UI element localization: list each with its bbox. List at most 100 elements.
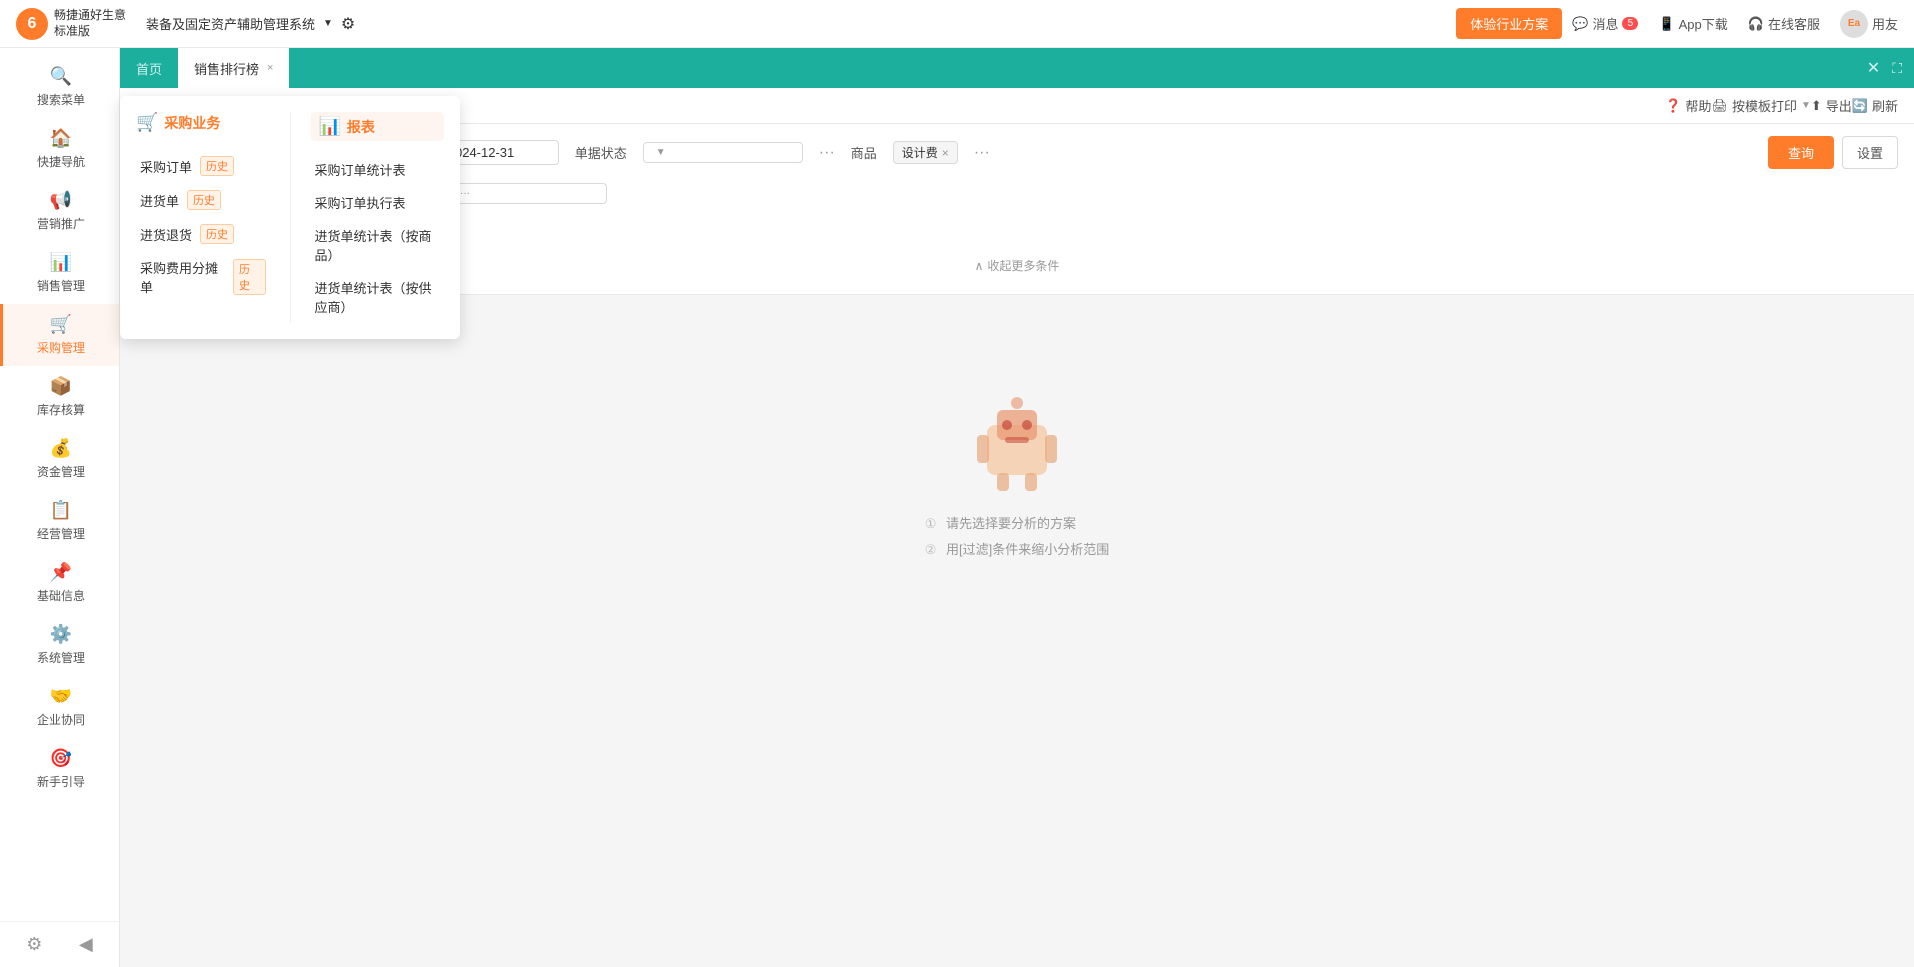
tab-close-icon[interactable]: × xyxy=(267,62,273,74)
sidebar-item-enterprise[interactable]: 🤝 企业协同 xyxy=(0,676,119,738)
home-icon: 🏠 xyxy=(50,128,72,149)
sidebar: 🔍 搜索菜单 🏠 快捷导航 📢 营销推广 📊 销售管理 🛒 采购管理 📦 xyxy=(0,48,120,967)
menu-item-report-2[interactable]: 进货单统计表（按商品） xyxy=(311,219,445,271)
logo-icon: 6 xyxy=(16,8,48,40)
tab-window-close-icon[interactable]: ✕ xyxy=(1867,58,1880,78)
collapse-icon: ∧ xyxy=(975,259,984,273)
goods-label: 商品 xyxy=(851,143,877,162)
system-icon: ⚙️ xyxy=(50,624,72,645)
empty-icon xyxy=(957,375,1077,495)
doc-status-arrow: ▼ xyxy=(656,147,666,158)
salesperson-arrow: ··· xyxy=(460,188,470,199)
title-settings-icon[interactable]: ⚙ xyxy=(341,14,355,34)
headset-icon: 🎧 xyxy=(1748,16,1764,32)
hist-badge-1: 历史 xyxy=(187,190,221,210)
tab-expand-icon[interactable]: ⛶ xyxy=(1892,60,1902,77)
report-section-title: 📊 报表 xyxy=(311,112,445,141)
purchase-section-title: 🛒 采购业务 xyxy=(136,112,270,137)
system-title: 装备及固定资产辅助管理系统 ▼ ⚙ xyxy=(146,14,1446,34)
logo-text: 畅捷通好生意 标准版 xyxy=(54,8,126,39)
menu-divider xyxy=(290,112,291,323)
hist-badge-3: 历史 xyxy=(233,259,266,295)
main-layout: 🔍 搜索菜单 🏠 快捷导航 📢 营销推广 📊 销售管理 🛒 采购管理 📦 xyxy=(0,48,1914,967)
menu-item-report-0[interactable]: 采购订单统计表 xyxy=(311,153,445,186)
template-print-btn[interactable]: 🖨 按模板打印 ▼ xyxy=(1711,96,1810,115)
goods-ellipsis[interactable]: ··· xyxy=(974,144,990,162)
sidebar-item-operation[interactable]: 📋 经营管理 xyxy=(0,490,119,552)
doc-status-ellipsis[interactable]: ··· xyxy=(819,144,835,162)
message-item[interactable]: 💬 消息 5 xyxy=(1572,14,1638,33)
marketing-icon: 📢 xyxy=(50,190,72,211)
sales-icon: 📊 xyxy=(50,252,72,273)
report-section: 📊 报表 采购订单统计表 采购订单执行表 进货单统计表（按商品） 进货单统计表（… xyxy=(295,112,461,323)
sidebar-item-inventory[interactable]: 📦 库存核算 xyxy=(0,366,119,428)
empty-tip-1: ① 请先选择要分析的方案 xyxy=(925,511,1110,537)
avatar: Ea xyxy=(1840,10,1868,38)
sidebar-item-finance[interactable]: 💰 资金管理 xyxy=(0,428,119,490)
hist-badge-2: 历史 xyxy=(200,224,234,244)
sidebar-bottom: ⚙ ◀ xyxy=(0,921,119,967)
empty-tip-2: ② 用[过滤]条件来缩小分析范围 xyxy=(925,537,1110,563)
industry-button[interactable]: 体验行业方案 xyxy=(1456,8,1562,39)
sidebar-item-sales[interactable]: 📊 销售管理 xyxy=(0,242,119,304)
finance-icon: 💰 xyxy=(50,438,72,459)
menu-item-inbound-return[interactable]: 进货退货 历史 xyxy=(136,217,270,251)
empty-state: ① 请先选择要分析的方案 ② 用[过滤]条件来缩小分析范围 xyxy=(120,295,1914,643)
refresh-btn[interactable]: 🔄 刷新 xyxy=(1852,96,1898,115)
online-service-item[interactable]: 🎧 在线客服 xyxy=(1748,14,1820,33)
search-icon: 🔍 xyxy=(50,66,72,87)
logo: 6 畅捷通好生意 标准版 xyxy=(16,8,136,40)
basic-icon: 📌 xyxy=(50,562,72,583)
collapse-button[interactable]: ∧ 收起更多条件 xyxy=(975,257,1060,274)
export-icon: ⬆ xyxy=(1811,98,1822,114)
doc-status-select[interactable]: ▼ xyxy=(643,142,803,163)
doc-status-label: 单据状态 xyxy=(575,143,627,162)
top-bar-right: 💬 消息 5 📱 App下载 🎧 在线客服 Ea 用友 xyxy=(1572,10,1898,38)
enterprise-icon: 🤝 xyxy=(50,686,72,707)
sidebar-settings-icon[interactable]: ⚙ xyxy=(26,934,42,955)
phone-icon: 📱 xyxy=(1658,16,1674,32)
tab-bar: 首页 销售排行榜 × ✕ ⛶ xyxy=(120,48,1914,88)
app-download-item[interactable]: 📱 App下载 xyxy=(1658,14,1727,33)
guide-icon: 🎯 xyxy=(50,748,72,769)
salesperson-select[interactable]: ··· xyxy=(447,183,607,204)
goods-tag-close[interactable]: × xyxy=(942,146,949,160)
sidebar-item-system[interactable]: ⚙️ 系统管理 xyxy=(0,614,119,676)
settings-button[interactable]: 设置 xyxy=(1842,136,1898,169)
menu-item-report-3[interactable]: 进货单统计表（按供应商） xyxy=(311,271,445,323)
refresh-icon: 🔄 xyxy=(1852,98,1868,114)
menu-item-purchase-cost[interactable]: 采购费用分摊单 历史 xyxy=(136,251,270,303)
purchase-section-icon: 🛒 xyxy=(136,112,158,133)
sidebar-collapse-icon[interactable]: ◀ xyxy=(79,934,93,955)
message-icon: 💬 xyxy=(1572,16,1588,32)
inventory-icon: 📦 xyxy=(50,376,72,397)
message-badge: 5 xyxy=(1622,17,1638,30)
report-section-icon: 📊 xyxy=(319,116,341,137)
menu-item-purchase-order[interactable]: 采购订单 历史 xyxy=(136,149,270,183)
tab-bar-extra: ✕ ⛶ xyxy=(1867,58,1914,78)
purchase-dropdown-menu: 🛒 采购业务 采购订单 历史 进货单 历史 进货退货 历史 xyxy=(120,96,460,339)
menu-item-inbound[interactable]: 进货单 历史 xyxy=(136,183,270,217)
sidebar-item-guide[interactable]: 🎯 新手引导 xyxy=(0,738,119,800)
purchase-icon: 🛒 xyxy=(50,314,72,335)
print-dropdown-arrow[interactable]: ▼ xyxy=(1801,100,1811,111)
tab-home[interactable]: 首页 xyxy=(120,48,178,88)
hist-badge-0: 历史 xyxy=(200,156,234,176)
menu-item-report-1[interactable]: 采购订单执行表 xyxy=(311,186,445,219)
user-item[interactable]: Ea 用友 xyxy=(1840,10,1898,38)
query-button[interactable]: 查询 xyxy=(1768,136,1834,169)
top-bar: 6 畅捷通好生意 标准版 装备及固定资产辅助管理系统 ▼ ⚙ 体验行业方案 💬 … xyxy=(0,0,1914,48)
title-dropdown-arrow[interactable]: ▼ xyxy=(323,18,333,29)
help-btn[interactable]: ❓ 帮助 xyxy=(1665,96,1711,115)
help-icon: ❓ xyxy=(1665,98,1681,114)
sidebar-item-nav[interactable]: 🏠 快捷导航 xyxy=(0,118,119,180)
purchase-section: 🛒 采购业务 采购订单 历史 进货单 历史 进货退货 历史 xyxy=(120,112,286,323)
export-btn[interactable]: ⬆ 导出 xyxy=(1811,96,1852,115)
sidebar-item-search[interactable]: 🔍 搜索菜单 xyxy=(0,56,119,118)
print-icon: 🖨 xyxy=(1711,98,1728,114)
sidebar-item-basic[interactable]: 📌 基础信息 xyxy=(0,552,119,614)
tab-sales-rank[interactable]: 销售排行榜 × xyxy=(178,48,289,88)
goods-tag: 设计费 × xyxy=(893,141,958,164)
sidebar-item-marketing[interactable]: 📢 营销推广 xyxy=(0,180,119,242)
sidebar-item-purchase[interactable]: 🛒 采购管理 xyxy=(0,304,119,366)
